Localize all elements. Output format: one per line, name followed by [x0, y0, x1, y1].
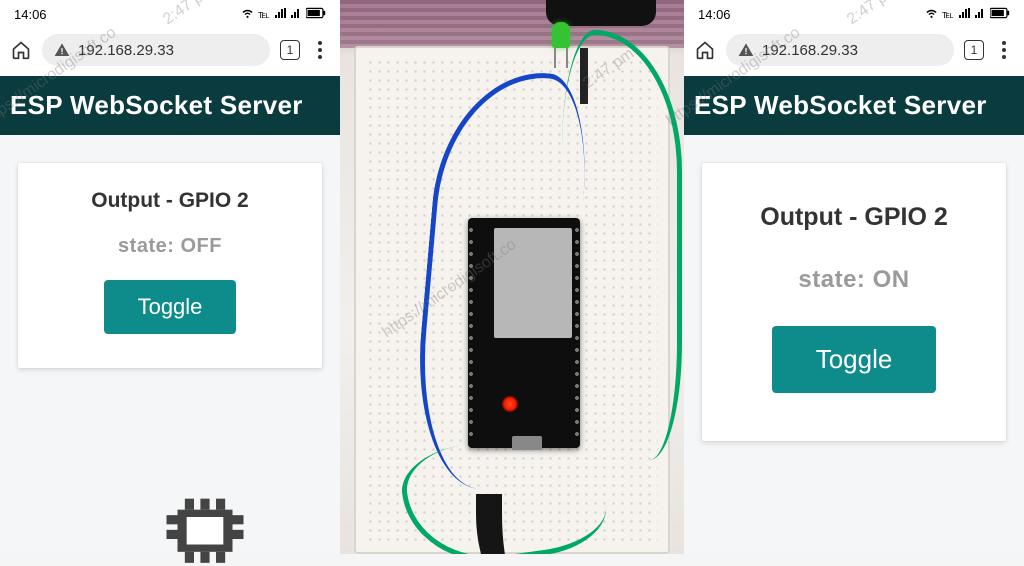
- esp32-rf-shield: [494, 228, 572, 338]
- green-led: [552, 22, 570, 48]
- browser-address-bar: 192.168.29.33 1: [0, 28, 340, 76]
- page-title-bar: ESP WebSocket Server: [0, 76, 340, 135]
- power-led-red: [502, 396, 518, 412]
- wifi-icon: [241, 6, 254, 22]
- signal-icon-2: [290, 7, 302, 22]
- tab-count-button[interactable]: 1: [280, 40, 300, 60]
- status-time: 14:06: [698, 7, 731, 22]
- state-value: ON: [873, 266, 910, 293]
- insecure-warning-icon: [54, 42, 70, 58]
- battery-icon: [990, 7, 1010, 22]
- output-label: Output - GPIO 2: [712, 203, 996, 232]
- status-bar: 14:06 ℡: [684, 0, 1024, 28]
- tab-count-button[interactable]: 1: [964, 40, 984, 60]
- home-icon[interactable]: [694, 39, 716, 61]
- toggle-button[interactable]: Toggle: [772, 326, 937, 393]
- url-text: 192.168.29.33: [762, 42, 858, 59]
- overflow-menu-icon[interactable]: [310, 41, 330, 59]
- state-line: state: ON: [712, 266, 996, 294]
- url-text: 192.168.29.33: [78, 42, 174, 59]
- volte-icon: ℡: [942, 8, 954, 21]
- status-icons-cluster: ℡: [241, 6, 326, 22]
- breadboard-photo: https://microdigisoft.co 2:47 pm: [340, 0, 684, 554]
- battery-icon: [306, 7, 326, 22]
- signal-icon: [958, 7, 970, 22]
- overflow-menu-icon[interactable]: [994, 41, 1014, 59]
- mcu-pins-left: [466, 224, 476, 442]
- gpio-card: Output - GPIO 2 state: OFF Toggle: [18, 163, 322, 368]
- toggle-button[interactable]: Toggle: [104, 280, 237, 334]
- esp32-board: [468, 218, 580, 448]
- status-bar: 14:06 ℡: [0, 0, 340, 28]
- state-line: state: OFF: [28, 235, 312, 258]
- browser-address-bar: 192.168.29.33 1: [684, 28, 1024, 76]
- insecure-warning-icon: [738, 42, 754, 58]
- page-title-bar: ESP WebSocket Server: [684, 76, 1024, 135]
- phone-screenshot-right: 14:06 ℡ 192.168.29.33 1: [684, 0, 1024, 554]
- gpio-card: Output - GPIO 2 state: ON Toggle: [702, 163, 1006, 441]
- status-icons-cluster: ℡: [925, 6, 1010, 22]
- signal-icon: [274, 7, 286, 22]
- phone-screenshot-left: 14:06 ℡ 192.168.29.33 1: [0, 0, 340, 554]
- page-body: Output - GPIO 2 state: ON Toggle: [684, 135, 1024, 554]
- volte-icon: ℡: [258, 8, 270, 21]
- led-legs: [554, 48, 568, 68]
- home-icon[interactable]: [10, 39, 32, 61]
- usb-cable: [476, 494, 556, 554]
- mcu-pins-right: [572, 224, 582, 442]
- address-field[interactable]: 192.168.29.33: [726, 34, 954, 66]
- wifi-icon: [925, 6, 938, 22]
- state-prefix: state:: [798, 266, 872, 293]
- signal-icon-2: [974, 7, 986, 22]
- state-prefix: state:: [118, 235, 180, 257]
- hardware-photo: https://microdigisoft.co 2:47 pm: [340, 0, 684, 554]
- address-field[interactable]: 192.168.29.33: [42, 34, 270, 66]
- output-label: Output - GPIO 2: [28, 189, 312, 213]
- state-value: OFF: [180, 235, 222, 257]
- status-time: 14:06: [14, 7, 47, 22]
